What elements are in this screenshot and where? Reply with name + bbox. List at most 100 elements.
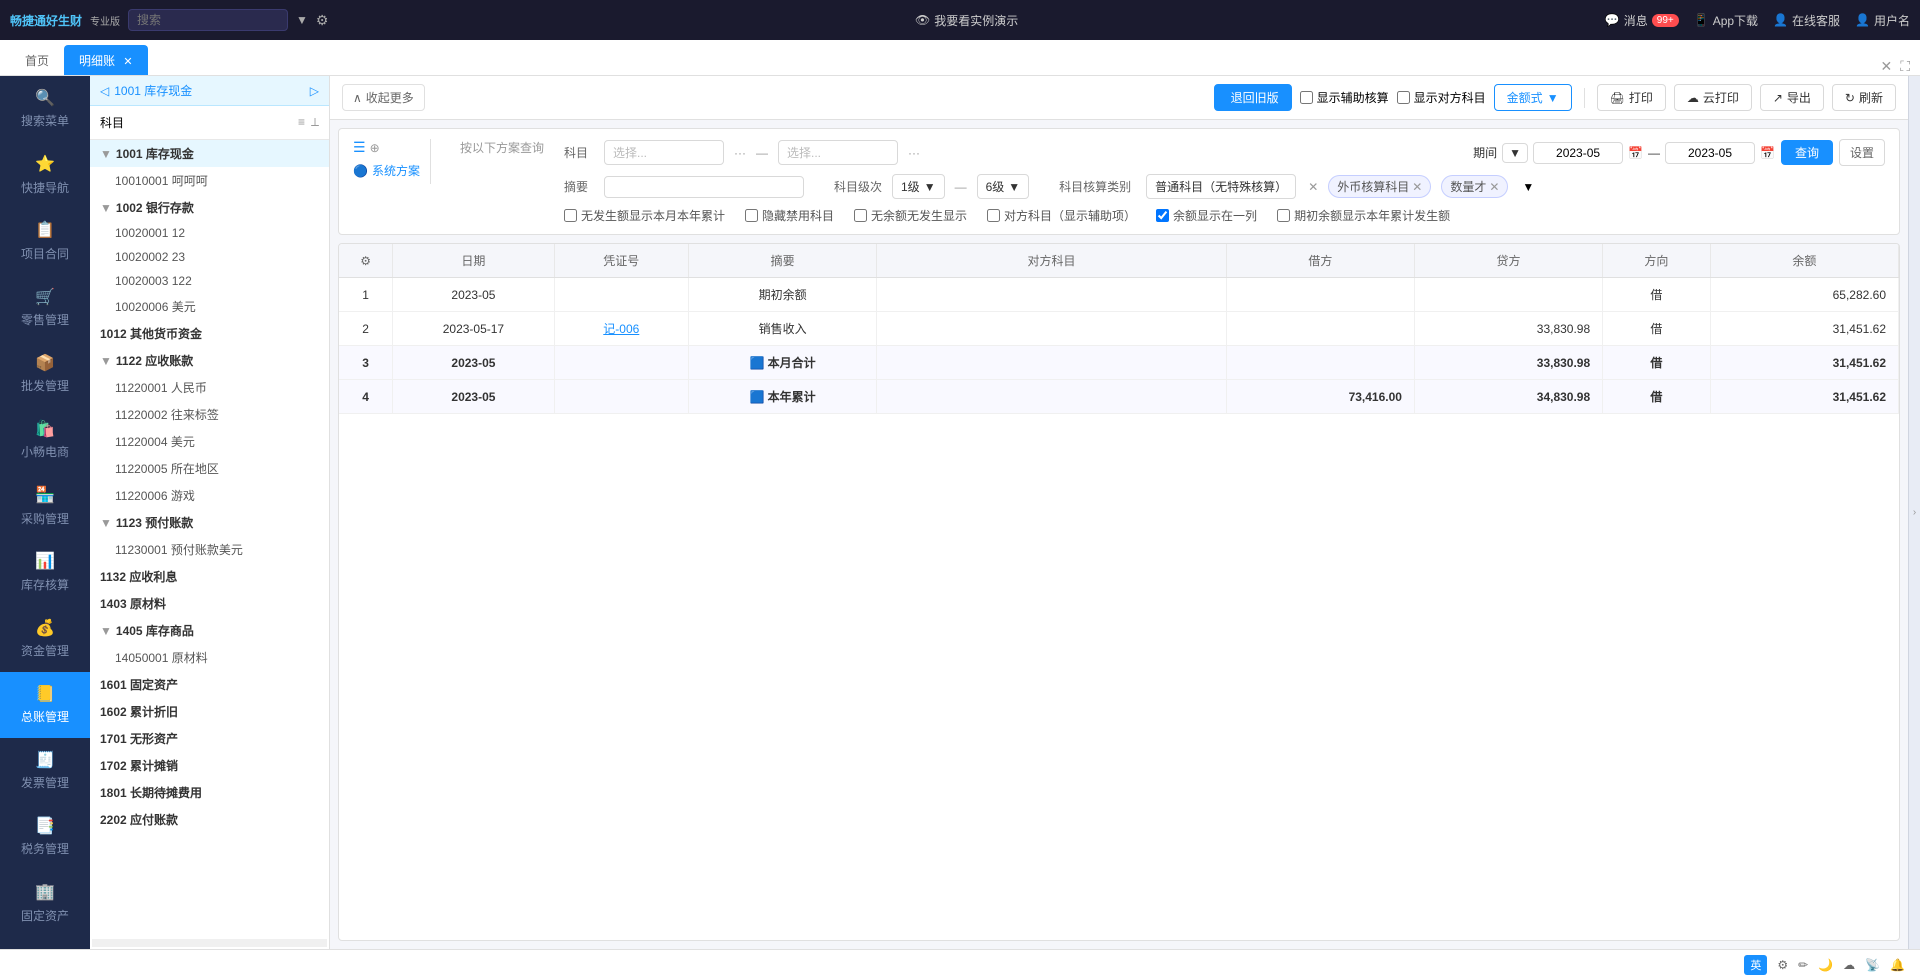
refresh-btn[interactable]: ↻ 刷新 xyxy=(1832,84,1896,111)
sidebar-item-purchase[interactable]: 🏪 采购管理 xyxy=(0,473,90,539)
subject-input[interactable]: 选择... xyxy=(604,140,724,165)
bottom-settings[interactable]: ⚙ xyxy=(1777,958,1788,972)
tree-item-10010001[interactable]: 10010001 呵呵呵 xyxy=(90,167,329,194)
sidebar-item-ledger[interactable]: 📒 总账管理 xyxy=(0,672,90,738)
checkbox-1[interactable] xyxy=(564,209,577,222)
expand-more-btn[interactable]: ∧ 收起更多 xyxy=(342,84,425,111)
list-view-icon[interactable]: ≡ xyxy=(298,115,305,130)
online-service-btn[interactable]: 👤 在线客服 xyxy=(1773,12,1840,29)
bottom-signal[interactable]: 📡 xyxy=(1865,958,1880,972)
row-voucher-2[interactable]: 记-006 xyxy=(554,312,688,346)
bottom-cloud[interactable]: ☁ xyxy=(1843,958,1855,972)
settings-icon[interactable]: ⚙ xyxy=(316,12,329,29)
tree-item-10020003[interactable]: 10020003 122 xyxy=(90,269,329,293)
search-scheme-icon[interactable]: ⊕ xyxy=(370,141,380,155)
tree-item-1602[interactable]: 1602 累计折旧 xyxy=(90,698,329,725)
tag-close-icon-1[interactable]: ✕ xyxy=(1412,180,1422,194)
checkbox-item-2[interactable]: 隐藏禁用科目 xyxy=(745,207,834,224)
setting-btn[interactable]: 设置 xyxy=(1839,139,1885,166)
sidebar-item-inventory[interactable]: 📊 库存核算 xyxy=(0,539,90,605)
checkbox-2[interactable] xyxy=(745,209,758,222)
sidebar-item-invoice[interactable]: 🧾 发票管理 xyxy=(0,738,90,804)
bottom-edit[interactable]: ✏ xyxy=(1798,958,1808,972)
th-settings[interactable]: ⚙ xyxy=(339,244,393,278)
checkbox-6[interactable] xyxy=(1277,209,1290,222)
checkbox-item-6[interactable]: 期初余额显示本年累计发生额 xyxy=(1277,207,1450,224)
voucher-link[interactable]: 记-006 xyxy=(603,322,639,336)
tree-item-1123[interactable]: ▼1123 预付账款 xyxy=(90,509,329,536)
scheme-list-icon[interactable]: ☰ xyxy=(353,139,366,156)
sidebar-item-search[interactable]: 🔍 搜索菜单 xyxy=(0,76,90,142)
demo-btn[interactable]: 👁 我要看实例演示 xyxy=(915,12,1018,29)
expand-icon[interactable]: ⟂ xyxy=(311,115,319,130)
lang-label[interactable]: 英 xyxy=(1744,955,1767,975)
query-btn[interactable]: 查询 xyxy=(1781,140,1833,165)
bottom-notify[interactable]: 🔔 xyxy=(1890,958,1905,972)
tree-item-1012[interactable]: 1012 其他货币资金 xyxy=(90,320,329,347)
user-btn[interactable]: 👤 用户名 xyxy=(1855,12,1910,29)
tab-close-icon[interactable]: ✕ xyxy=(123,56,132,68)
sidebar-item-finance[interactable]: 💰 资金管理 xyxy=(0,606,90,672)
dropdown-icon[interactable]: ▼ xyxy=(296,13,308,27)
tree-item-1002[interactable]: ▼1002 银行存款 xyxy=(90,194,329,221)
window-expand-icon[interactable]: ⛶ xyxy=(1900,58,1910,75)
print-btn[interactable]: 🖨 打印 xyxy=(1597,84,1666,111)
cloud-print-btn[interactable]: ☁ 云打印 xyxy=(1674,84,1752,111)
period-cal-icon-2[interactable]: 📅 xyxy=(1760,146,1775,160)
lang-btn[interactable]: 英 xyxy=(1744,955,1767,975)
tree-item-11220006[interactable]: 11220006 游戏 xyxy=(90,482,329,509)
tree-item-1601[interactable]: 1601 固定资产 xyxy=(90,671,329,698)
show-contra-checkbox[interactable]: 显示对方科目 xyxy=(1397,89,1486,106)
right-collapse-panel[interactable]: › xyxy=(1908,76,1920,949)
tree-item-1132[interactable]: 1132 应收利息 xyxy=(90,563,329,590)
contra-checkbox-input[interactable] xyxy=(1397,91,1410,104)
tree-item-1405[interactable]: ▼1405 库存商品 xyxy=(90,617,329,644)
checkbox-3[interactable] xyxy=(854,209,867,222)
sidebar-item-assets[interactable]: 🏢 固定资产 xyxy=(0,870,90,936)
sidebar-item-ecommerce[interactable]: 🛍️ 小畅电商 xyxy=(0,407,90,473)
bottom-theme[interactable]: 🌙 xyxy=(1818,958,1833,972)
sidebar-item-project[interactable]: 📋 项目合同 xyxy=(0,208,90,274)
checkbox-5[interactable] xyxy=(1156,209,1169,222)
tree-item-1701[interactable]: 1701 无形资产 xyxy=(90,725,329,752)
tree-item-11220001[interactable]: 11220001 人民币 xyxy=(90,374,329,401)
level-to-select[interactable]: 6级 ▼ xyxy=(977,174,1030,199)
period-type-selector[interactable]: ▼ xyxy=(1502,143,1528,163)
window-close-icon[interactable]: ✕ xyxy=(1880,58,1892,75)
tree-item-11220004[interactable]: 11220004 美元 xyxy=(90,428,329,455)
sidebar-item-nav[interactable]: ⭐ 快捷导航 xyxy=(0,142,90,208)
horizontal-scrollbar[interactable] xyxy=(92,939,327,947)
account-nav-icon[interactable]: ▷ xyxy=(310,84,319,98)
period-from-input[interactable] xyxy=(1533,142,1623,164)
sidebar-item-tax[interactable]: 📑 税务管理 xyxy=(0,804,90,870)
tree-item-1801[interactable]: 1801 长期待摊费用 xyxy=(90,779,329,806)
category-select[interactable]: 普通科目（无特殊核算） xyxy=(1146,174,1296,199)
tree-item-1702[interactable]: 1702 累计摊销 xyxy=(90,752,329,779)
summary-input[interactable] xyxy=(604,176,804,198)
selected-account[interactable]: ◁ 1001 库存现金 ▷ xyxy=(90,76,329,106)
app-download-btn[interactable]: 📱 App下载 xyxy=(1694,12,1758,29)
aux-checkbox-input[interactable] xyxy=(1300,91,1313,104)
tree-item-10020002[interactable]: 10020002 23 xyxy=(90,245,329,269)
tree-item-1001[interactable]: ▼1001 库存现金 xyxy=(90,140,329,167)
period-cal-icon[interactable]: 📅 xyxy=(1628,146,1643,160)
return-old-btn[interactable]: 退回旧版 xyxy=(1214,84,1292,111)
tree-item-1122[interactable]: ▼1122 应收账款 xyxy=(90,347,329,374)
message-btn[interactable]: 💬 消息 99+ xyxy=(1605,12,1679,29)
more-dropdown[interactable]: ▼ xyxy=(1522,180,1534,194)
format-btn[interactable]: 金额式 ▼ xyxy=(1494,84,1572,111)
sidebar-item-wholesale[interactable]: 📦 批发管理 xyxy=(0,341,90,407)
tree-item-14050001[interactable]: 14050001 原材料 xyxy=(90,644,329,671)
tree-item-10020001[interactable]: 10020001 12 xyxy=(90,221,329,245)
scheme-btn[interactable]: 🔵 系统方案 xyxy=(353,162,420,179)
tree-item-1403[interactable]: 1403 原材料 xyxy=(90,590,329,617)
tree-item-2202[interactable]: 2202 应付账款 xyxy=(90,806,329,833)
show-aux-checkbox[interactable]: 显示辅助核算 xyxy=(1300,89,1389,106)
sidebar-item-retail[interactable]: 🛒 零售管理 xyxy=(0,275,90,341)
sidebar-item-salary[interactable]: 💵 工资 xyxy=(0,936,90,949)
checkbox-item-5[interactable]: 余额显示在一列 xyxy=(1156,207,1257,224)
tree-item-11220005[interactable]: 11220005 所在地区 xyxy=(90,455,329,482)
tab-ledger[interactable]: 明细账 ✕ xyxy=(64,45,148,75)
checkbox-item-1[interactable]: 无发生额显示本月本年累计 xyxy=(564,207,725,224)
checkbox-item-4[interactable]: 对方科目（显示辅助项） xyxy=(987,207,1136,224)
